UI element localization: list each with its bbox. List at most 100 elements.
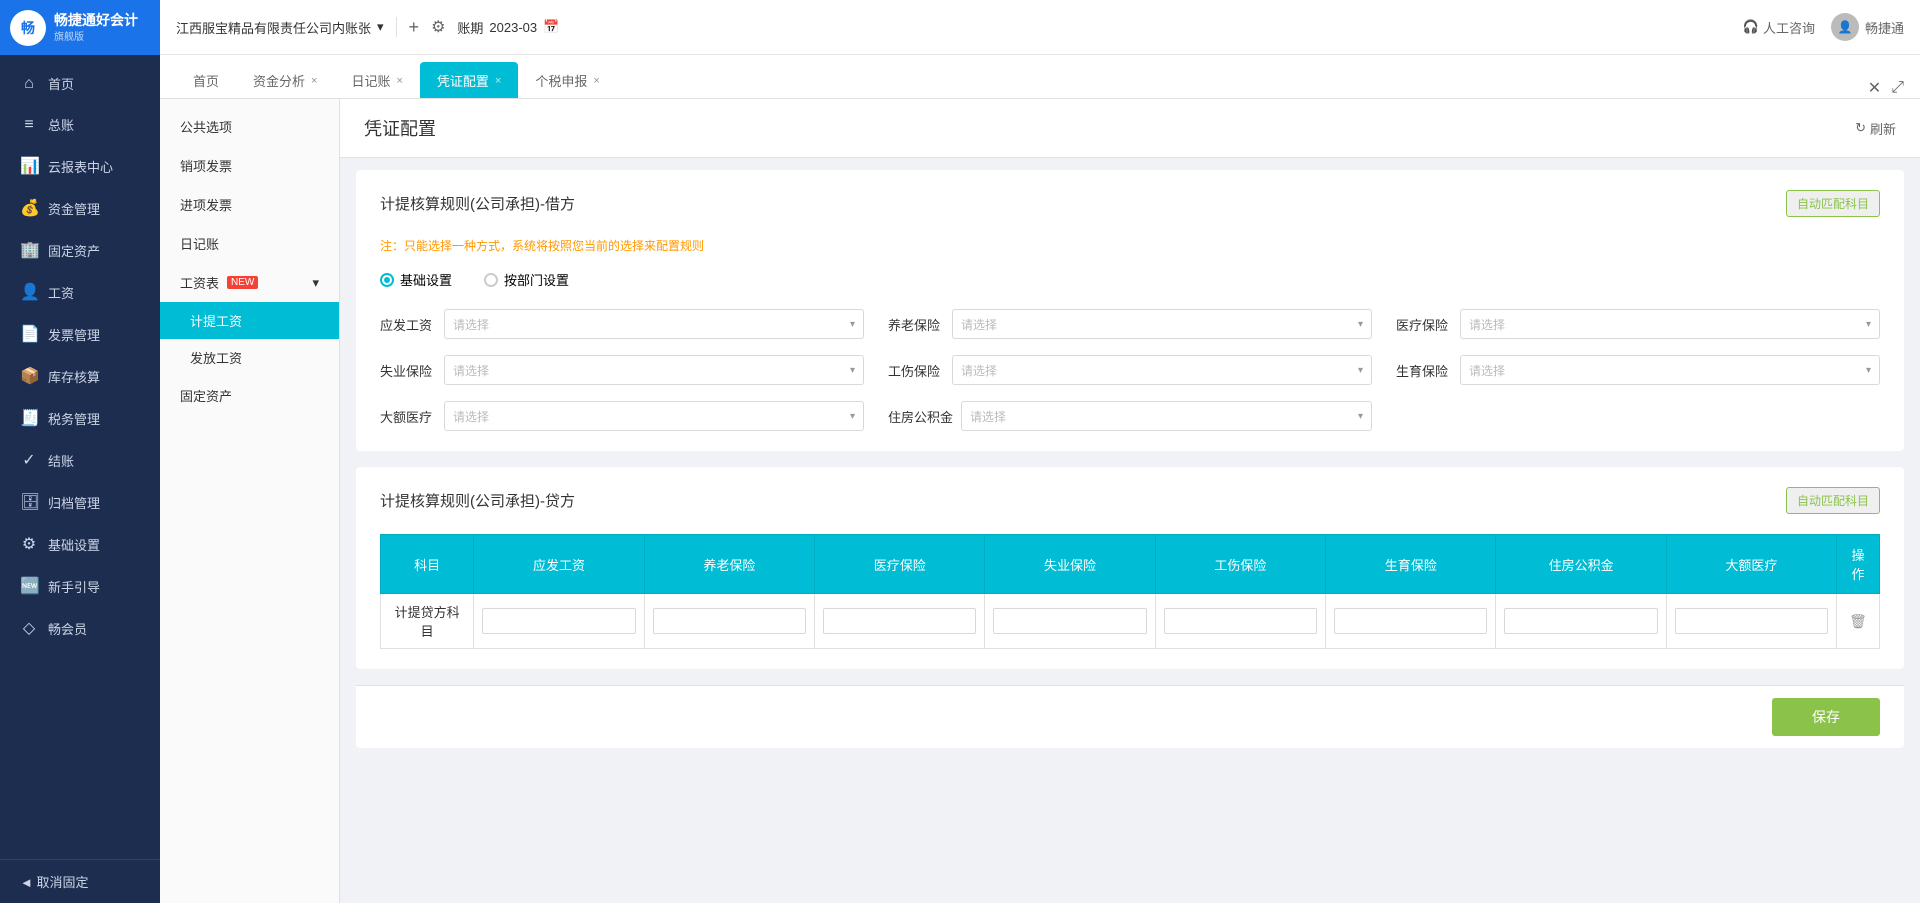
sub-nav-salary-children: 计提工资 发放工资 xyxy=(160,302,339,376)
close-tab-button[interactable]: ✕ xyxy=(1868,78,1881,98)
yiliao-select[interactable]: 请选择 ▾ xyxy=(1460,309,1880,339)
refresh-button[interactable]: ↻ 刷新 xyxy=(1855,119,1896,138)
cell-gongshang[interactable] xyxy=(1155,594,1325,649)
expand-button[interactable]: ⤢ xyxy=(1891,79,1904,97)
placeholder: 请选择 xyxy=(453,362,489,379)
topbar-divider xyxy=(396,17,397,37)
ledger-icon: ≡ xyxy=(20,116,38,134)
sidebar-item-tax[interactable]: 🧾 税务管理 xyxy=(0,397,160,439)
sidebar-item-funds[interactable]: 💰 资金管理 xyxy=(0,187,160,229)
sub-nav-journal[interactable]: 日记账 xyxy=(160,224,339,263)
add-tab-button[interactable]: + xyxy=(409,17,420,38)
credit-table: 科目 应发工资 养老保险 医疗保险 失业保险 工伤保险 生育保险 住房公积金 大… xyxy=(380,534,1880,649)
form-item-daejiliao: 大额医疗 请选择 ▾ xyxy=(380,401,864,431)
refresh-icon: ↻ xyxy=(1855,120,1866,136)
chevron-down-icon: ▾ xyxy=(1358,365,1363,376)
save-bar: 保存 xyxy=(356,685,1904,748)
tab-voucher[interactable]: 凭证配置 × xyxy=(420,62,518,98)
sidebar-unpin-button[interactable]: ◄ 取消固定 xyxy=(0,859,160,903)
yingfa-select[interactable]: 请选择 ▾ xyxy=(444,309,864,339)
cell-yanglao-input[interactable] xyxy=(653,608,806,634)
service-button[interactable]: 🎧 人工咨询 xyxy=(1743,18,1815,37)
cell-yingfa[interactable] xyxy=(474,594,644,649)
col-subject: 科目 xyxy=(381,535,474,594)
cell-daejiliao-input[interactable] xyxy=(1675,608,1828,634)
sidebar-item-ledger[interactable]: ≡ 总账 xyxy=(0,104,160,145)
close-icon[interactable]: × xyxy=(311,75,317,87)
sub-nav-pay-salary[interactable]: 发放工资 xyxy=(160,339,339,376)
col-shengyu: 生育保险 xyxy=(1326,535,1496,594)
daejiliao-select[interactable]: 请选择 ▾ xyxy=(444,401,864,431)
user-info[interactable]: 👤 畅捷通 xyxy=(1831,13,1904,41)
zhufang-select[interactable]: 请选择 ▾ xyxy=(961,401,1372,431)
tab-label: 日记账 xyxy=(351,71,390,90)
sidebar-item-assets[interactable]: 🏢 固定资产 xyxy=(0,229,160,271)
sidebar-item-archive[interactable]: 🗄 归档管理 xyxy=(0,481,160,523)
cell-shengyu-input[interactable] xyxy=(1334,608,1487,634)
shengyu-select[interactable]: 请选择 ▾ xyxy=(1460,355,1880,385)
settings-button[interactable]: ⚙ xyxy=(431,17,445,37)
placeholder: 请选择 xyxy=(453,408,489,425)
sidebar-item-inventory[interactable]: 📦 库存核算 xyxy=(0,355,160,397)
tab-tax[interactable]: 个税申报 × xyxy=(518,62,616,98)
sub-nav-public[interactable]: 公共选项 xyxy=(160,107,339,146)
radio-basic[interactable]: 基础设置 xyxy=(380,270,452,289)
sidebar-item-invoice[interactable]: 📄 发票管理 xyxy=(0,313,160,355)
table-row: 计提贷方科目 🗑 xyxy=(381,594,1880,649)
close-icon[interactable]: × xyxy=(396,75,402,87)
cell-yanglao[interactable] xyxy=(644,594,814,649)
sub-nav-fixed-assets[interactable]: 固定资产 xyxy=(160,376,339,415)
sidebar-item-settings[interactable]: ⚙ 基础设置 xyxy=(0,523,160,565)
col-shiye: 失业保险 xyxy=(985,535,1155,594)
topbar-right: 🎧 人工咨询 👤 畅捷通 xyxy=(1743,13,1904,41)
yanglao-select[interactable]: 请选择 ▾ xyxy=(952,309,1372,339)
col-yanglao: 养老保险 xyxy=(644,535,814,594)
cell-yiliao-input[interactable] xyxy=(823,608,976,634)
sidebar-item-reports[interactable]: 📊 云报表中心 xyxy=(0,145,160,187)
sidebar-item-guide[interactable]: 🆕 新手引导 xyxy=(0,565,160,607)
cell-yingfa-input[interactable] xyxy=(482,608,635,634)
tab-home[interactable]: 首页 xyxy=(176,62,236,98)
placeholder: 请选择 xyxy=(453,316,489,333)
sub-nav-sales[interactable]: 销项发票 xyxy=(160,146,339,185)
close-icon[interactable]: × xyxy=(495,75,501,87)
cell-shengyu[interactable] xyxy=(1326,594,1496,649)
settings-icon: ⚙ xyxy=(20,534,38,554)
sub-nav-salary-table[interactable]: 工资表 NEW ▾ xyxy=(160,263,339,302)
sidebar-item-home[interactable]: ⌂ 首页 xyxy=(0,63,160,104)
tab-journal[interactable]: 日记账 × xyxy=(334,62,419,98)
gongshang-select[interactable]: 请选择 ▾ xyxy=(952,355,1372,385)
company-selector[interactable]: 江西服宝精品有限责任公司内账张 ▾ xyxy=(176,18,384,37)
assets-icon: 🏢 xyxy=(20,240,38,260)
form-item-zhufang: 住房公积金 请选择 ▾ xyxy=(888,401,1372,431)
cell-shiye[interactable] xyxy=(985,594,1155,649)
sub-nav-calc-salary[interactable]: 计提工资 xyxy=(160,302,339,339)
tabbar: 首页 资金分析 × 日记账 × 凭证配置 × 个税申报 × ✕ ⤢ xyxy=(160,55,1920,99)
form-grid: 应发工资 请选择 ▾ 养老保险 请选择 ▾ 医疗 xyxy=(380,309,1880,431)
sub-nav-purchase[interactable]: 进项发票 xyxy=(160,185,339,224)
cell-daejiliao[interactable] xyxy=(1666,594,1836,649)
period-selector[interactable]: 账期 2023-03 📅 xyxy=(457,18,559,37)
delete-row-button[interactable]: 🗑 xyxy=(1849,613,1867,629)
cell-shiye-input[interactable] xyxy=(993,608,1146,634)
cell-yiliao[interactable] xyxy=(815,594,985,649)
save-button[interactable]: 保存 xyxy=(1772,698,1880,736)
content-wrapper: 公共选项 销项发票 进项发票 日记账 工资表 NEW ▾ 计提工资 发 xyxy=(160,99,1920,903)
cell-zhufang-input[interactable] xyxy=(1504,608,1657,634)
sidebar-item-salary[interactable]: 👤 工资 xyxy=(0,271,160,313)
auto-match-credit-button[interactable]: 自动匹配科目 xyxy=(1786,487,1880,514)
cell-zhufang[interactable] xyxy=(1496,594,1666,649)
sidebar-item-close[interactable]: ✓ 结账 xyxy=(0,439,160,481)
sidebar-item-member[interactable]: ◇ 畅会员 xyxy=(0,607,160,649)
placeholder: 请选择 xyxy=(1469,316,1505,333)
col-gongshang: 工伤保险 xyxy=(1155,535,1325,594)
chevron-down-icon: ▾ xyxy=(1358,411,1363,422)
radio-dept[interactable]: 按部门设置 xyxy=(484,270,569,289)
shiye-select[interactable]: 请选择 ▾ xyxy=(444,355,864,385)
auto-match-debit-button[interactable]: 自动匹配科目 xyxy=(1786,190,1880,217)
cell-gongshang-input[interactable] xyxy=(1164,608,1317,634)
close-icon[interactable]: × xyxy=(593,75,599,87)
sidebar-item-label: 工资 xyxy=(48,283,74,302)
tab-funds[interactable]: 资金分析 × xyxy=(236,62,334,98)
radio-basic-circle xyxy=(380,273,394,287)
